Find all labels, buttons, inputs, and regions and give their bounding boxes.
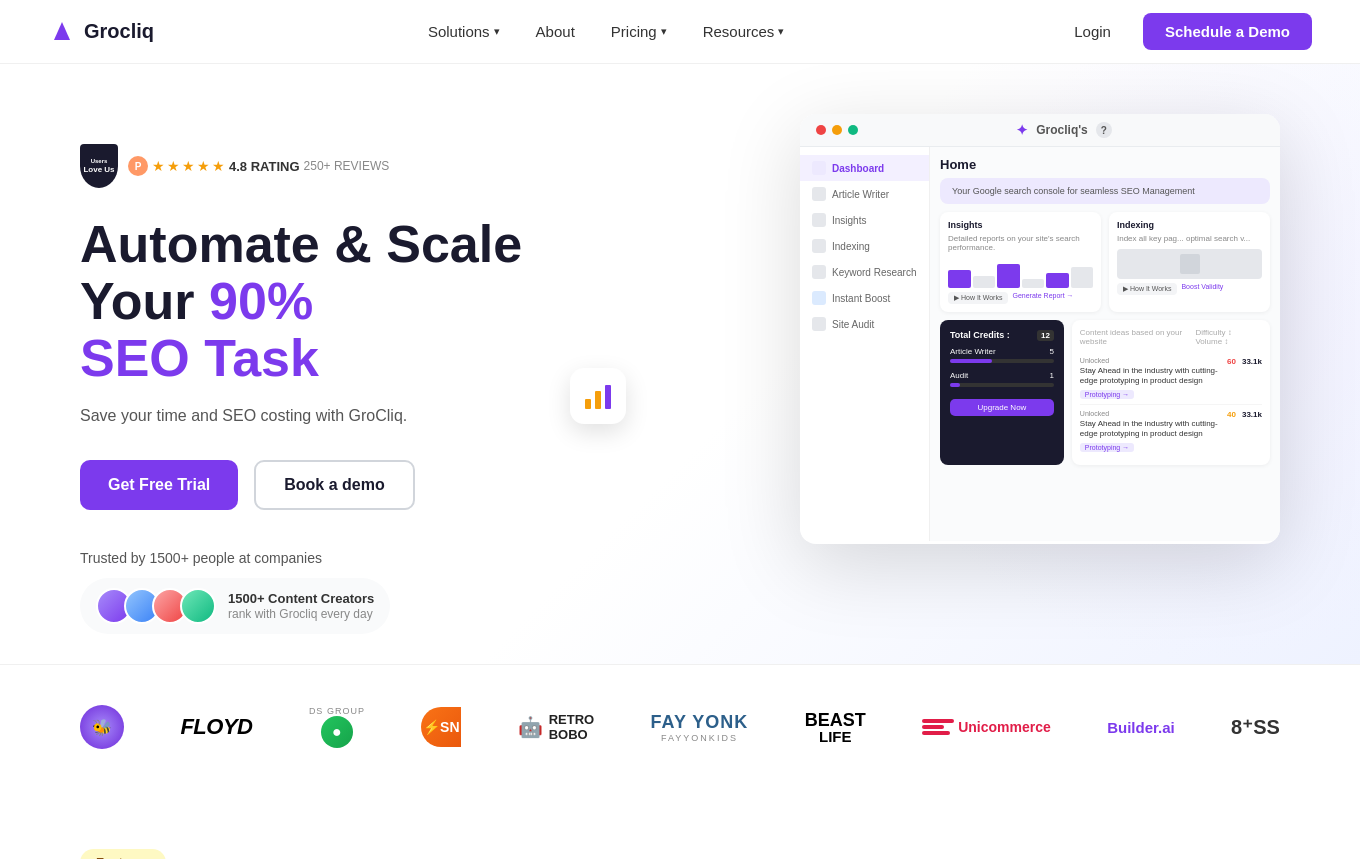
dashboard-mockup: ✦ Grocliq's ? Dashboard Article Writer bbox=[800, 114, 1280, 544]
floating-analytics-icon bbox=[570, 368, 626, 424]
trusted-row: 1500+ Content Creators rank with Grocliq… bbox=[80, 578, 390, 634]
svg-rect-3 bbox=[605, 385, 611, 409]
credits-bar-1 bbox=[950, 359, 1054, 363]
svg-rect-2 bbox=[595, 391, 601, 409]
stars: ★ ★ ★ ★ ★ bbox=[152, 158, 225, 174]
users-love-us-badge: Users Love Us bbox=[80, 144, 118, 188]
indexing-visual bbox=[1117, 249, 1262, 279]
audit-icon bbox=[812, 317, 826, 331]
sidebar-item-insights[interactable]: Insights bbox=[800, 207, 929, 233]
content-item: Unlocked Stay Ahead in the industry with… bbox=[1080, 352, 1262, 405]
logo-first: 🐝 bbox=[80, 705, 124, 749]
logo-text: Grocliq bbox=[84, 20, 154, 43]
hero-right: ✦ Grocliq's ? Dashboard Article Writer bbox=[600, 124, 1280, 544]
dashboard-sidebar: Dashboard Article Writer Insights Indexi… bbox=[800, 147, 930, 541]
window-minimize-dot bbox=[832, 125, 842, 135]
chevron-down-icon: ▾ bbox=[778, 25, 784, 38]
content-item: Unlocked Stay Ahead in the industry with… bbox=[1080, 405, 1262, 457]
indexing-icon bbox=[812, 239, 826, 253]
avatar bbox=[180, 588, 216, 624]
indexing-how-btn[interactable]: ▶ How It Works bbox=[1117, 283, 1177, 295]
chevron-down-icon: ▾ bbox=[494, 25, 500, 38]
indexing-actions: ▶ How It Works Boost Validity bbox=[1117, 283, 1262, 295]
platform-icon: P bbox=[128, 156, 148, 176]
sidebar-item-indexing[interactable]: Indexing bbox=[800, 233, 929, 259]
logos-row: 🐝 FLOYD DS GROUP ● ⚡SN 🤖 RETRO BO bbox=[80, 705, 1280, 749]
insights-actions: ▶ How It Works Generate Report → bbox=[948, 292, 1093, 304]
nav-links: Solutions ▾ About Pricing ▾ Resources ▾ bbox=[414, 15, 798, 48]
sidebar-item-instant-boost[interactable]: Instant Boost bbox=[800, 285, 929, 311]
hero-left: Users Love Us P ★ ★ ★ ★ ★ 4.8 RATING 250… bbox=[80, 124, 600, 634]
window-expand-dot bbox=[848, 125, 858, 135]
logo-ds-group: DS GROUP ● bbox=[309, 706, 365, 748]
article-writer-icon bbox=[812, 187, 826, 201]
logo-builder-ai: Builder.ai bbox=[1107, 719, 1175, 736]
sidebar-item-article-writer[interactable]: Article Writer bbox=[800, 181, 929, 207]
keyword-icon bbox=[812, 265, 826, 279]
dashboard-banner: Your Google search console for seamless … bbox=[940, 178, 1270, 204]
window-close-dot bbox=[816, 125, 826, 135]
sidebar-item-site-audit[interactable]: Site Audit bbox=[800, 311, 929, 337]
logo-beast-life: BEAST LIFE bbox=[805, 711, 866, 744]
login-button[interactable]: Login bbox=[1058, 15, 1127, 48]
hero-heading: Automate & Scale Your 90% SEO Task bbox=[80, 216, 600, 388]
logo-fay-yonk: FAY YONK FAYYONKIDS bbox=[651, 712, 749, 743]
upgrade-button[interactable]: Upgrade Now bbox=[950, 399, 1054, 416]
logo-retro-bobo: 🤖 RETRO BOBO bbox=[518, 712, 595, 742]
trusted-label: Trusted by 1500+ people at companies bbox=[80, 550, 600, 566]
get-free-trial-button[interactable]: Get Free Trial bbox=[80, 460, 238, 510]
features-badge: Features bbox=[80, 849, 166, 859]
logo-8ss: 8⁺SS bbox=[1231, 715, 1280, 739]
dashboard-main: Home Your Google search console for seam… bbox=[930, 147, 1280, 541]
logo[interactable]: Grocliq bbox=[48, 18, 154, 46]
logo-floyd: FLOYD bbox=[180, 714, 252, 740]
insights-card: Insights Detailed reports on your site's… bbox=[940, 212, 1101, 312]
rating-badge: Users Love Us P ★ ★ ★ ★ ★ 4.8 RATING 250… bbox=[80, 144, 600, 188]
features-section: Features Features that boost your SEO in… bbox=[0, 789, 1360, 859]
dashboard-cards-grid: Insights Detailed reports on your site's… bbox=[940, 212, 1270, 312]
logo-unicommerce: Unicommerce bbox=[922, 711, 1051, 743]
credits-card: Total Credits : 12 Article Writer 5 bbox=[940, 320, 1064, 465]
rating-number: 4.8 RATING bbox=[229, 159, 300, 174]
generate-report-link[interactable]: Generate Report → bbox=[1012, 292, 1073, 304]
sidebar-item-keyword-research[interactable]: Keyword Research bbox=[800, 259, 929, 285]
avatars bbox=[96, 588, 216, 624]
how-it-works-btn[interactable]: ▶ How It Works bbox=[948, 292, 1008, 304]
nav-pricing[interactable]: Pricing ▾ bbox=[597, 15, 681, 48]
nav-about[interactable]: About bbox=[522, 15, 589, 48]
credits-bar-2 bbox=[950, 383, 1054, 387]
schedule-demo-button[interactable]: Schedule a Demo bbox=[1143, 13, 1312, 50]
boost-validity-link[interactable]: Boost Validity bbox=[1181, 283, 1223, 295]
window-title: ✦ Grocliq's ? bbox=[864, 122, 1264, 138]
hero-ctas: Get Free Trial Book a demo bbox=[80, 460, 600, 510]
svg-rect-1 bbox=[585, 399, 591, 409]
content-list-card: Content ideas based on your website Diff… bbox=[1072, 320, 1270, 465]
nav-solutions[interactable]: Solutions ▾ bbox=[414, 15, 514, 48]
insights-icon bbox=[812, 213, 826, 227]
rating-stars: P ★ ★ ★ ★ ★ 4.8 RATING 250+ REVIEWS bbox=[128, 156, 389, 176]
dashboard-home-title: Home bbox=[940, 157, 1270, 172]
window-title-bar: ✦ Grocliq's ? bbox=[800, 114, 1280, 147]
sidebar-item-dashboard[interactable]: Dashboard bbox=[800, 155, 929, 181]
chevron-down-icon: ▾ bbox=[661, 25, 667, 38]
nav-resources[interactable]: Resources ▾ bbox=[689, 15, 799, 48]
dashboard-body: Dashboard Article Writer Insights Indexi… bbox=[800, 147, 1280, 541]
svg-marker-0 bbox=[54, 22, 70, 40]
dashboard-bottom-grid: Total Credits : 12 Article Writer 5 bbox=[940, 320, 1270, 465]
insights-chart bbox=[948, 258, 1093, 288]
indexing-card: Indexing Index all key pag... optimal se… bbox=[1109, 212, 1270, 312]
nav-actions: Login Schedule a Demo bbox=[1058, 13, 1312, 50]
book-demo-button[interactable]: Book a demo bbox=[254, 460, 414, 510]
logo-sn: ⚡SN bbox=[421, 707, 461, 747]
logo-icon bbox=[48, 18, 76, 46]
reviews-count: 250+ REVIEWS bbox=[304, 159, 390, 173]
trusted-stats: 1500+ Content Creators rank with Grocliq… bbox=[228, 591, 374, 621]
dashboard-icon bbox=[812, 161, 826, 175]
logos-section: 🐝 FLOYD DS GROUP ● ⚡SN 🤖 RETRO BO bbox=[0, 664, 1360, 789]
boost-icon bbox=[812, 291, 826, 305]
hero-subtext: Save your time and SEO costing with GroC… bbox=[80, 404, 600, 428]
hero-section: Users Love Us P ★ ★ ★ ★ ★ 4.8 RATING 250… bbox=[0, 64, 1360, 664]
navigation: Grocliq Solutions ▾ About Pricing ▾ Reso… bbox=[0, 0, 1360, 64]
